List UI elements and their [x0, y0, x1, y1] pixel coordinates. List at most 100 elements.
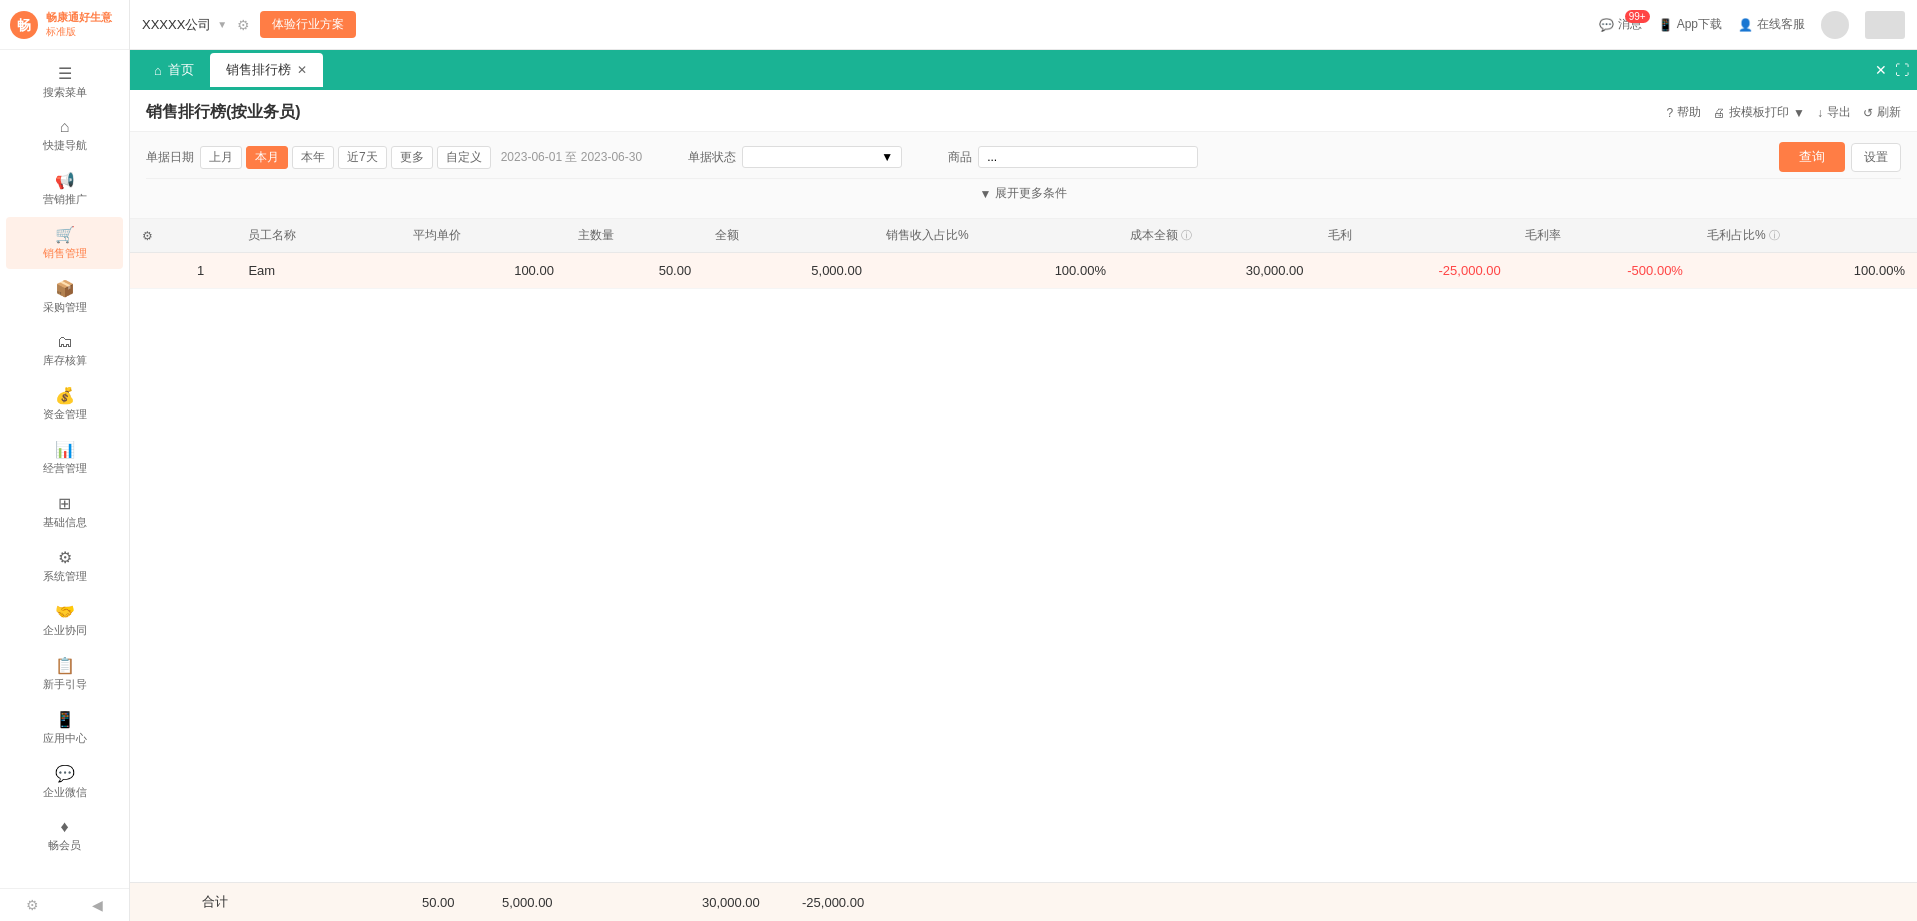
tab-bar: ⌂ 首页 销售排行榜 ✕ ✕ ⛶	[130, 50, 1917, 90]
template-print-button[interactable]: 🖨 按模板打印 ▼	[1713, 104, 1805, 121]
row-name: Eam	[236, 253, 401, 289]
row-profit-pct: 100.00%	[1695, 253, 1917, 289]
expand-chevron-icon: ▼	[980, 187, 992, 201]
col-cost: 成本全额 ⓘ	[1118, 219, 1316, 253]
expand-filters-label: 展开更多条件	[995, 185, 1067, 202]
top-header: XXXXX公司 ▼ ⚙ 体验行业方案 💬 消息 99+ 📱 App下载 👤 在线…	[130, 0, 1917, 50]
sidebar-item-quick-nav[interactable]: ⌂ 快捷导航	[6, 110, 123, 161]
sidebar-item-basics[interactable]: ⊞ 基础信息	[6, 486, 123, 538]
app-download-label: App下载	[1677, 16, 1722, 33]
query-button[interactable]: 查询	[1779, 142, 1845, 172]
sidebar-item-operations[interactable]: 📊 经营管理	[6, 432, 123, 484]
col-gear: ⚙	[130, 219, 165, 253]
filter-bar: 单据日期 上月 本月 本年 近7天 更多 自定义 2023-06-01 至 20…	[130, 132, 1917, 219]
service-icon: 👤	[1738, 18, 1753, 32]
marketing-label: 营销推广	[43, 192, 87, 207]
avatar[interactable]	[1821, 11, 1849, 39]
table-body: 1 Eam 100.00 50.00 5,000.00 100.00% 30,0…	[130, 253, 1917, 289]
refresh-label: 刷新	[1877, 104, 1901, 121]
col-amount: 全额	[703, 219, 874, 253]
sidebar-item-new-guide[interactable]: 📋 新手引导	[6, 648, 123, 700]
col-main-qty: 主数量	[566, 219, 703, 253]
app-center-icon: 📱	[55, 710, 75, 729]
col-name: 员工名称	[236, 219, 401, 253]
logo-subtitle: 标准版	[46, 25, 112, 39]
sidebar-item-finance[interactable]: 💰 资金管理	[6, 378, 123, 430]
sidebar-item-marketing[interactable]: 📢 营销推广	[6, 163, 123, 215]
new-guide-label: 新手引导	[43, 677, 87, 692]
header-right: 💬 消息 99+ 📱 App下载 👤 在线客服	[1599, 11, 1905, 39]
more-btn[interactable]: 更多	[391, 146, 433, 169]
help-button[interactable]: ? 帮助	[1666, 104, 1701, 121]
sales-label: 销售管理	[43, 246, 87, 261]
goods-ellipsis: ...	[987, 150, 997, 164]
sidebar-item-members[interactable]: ♦ 畅会员	[6, 810, 123, 861]
expand-filters-button[interactable]: ▼ 展开更多条件	[980, 185, 1068, 202]
footer-profit: -25,000.00	[802, 895, 902, 910]
messages-button[interactable]: 💬 消息 99+	[1599, 16, 1642, 33]
cur-year-btn[interactable]: 本年	[292, 146, 334, 169]
export-button[interactable]: ↓ 导出	[1817, 104, 1851, 121]
sidebar-item-app-center[interactable]: 📱 应用中心	[6, 702, 123, 754]
row-cost: 30,000.00	[1118, 253, 1316, 289]
trial-button[interactable]: 体验行业方案	[260, 11, 356, 38]
tab-close-icon[interactable]: ✕	[297, 63, 307, 77]
sidebar-item-enterprise-wechat[interactable]: 💬 企业微信	[6, 756, 123, 808]
last7-btn[interactable]: 近7天	[338, 146, 387, 169]
logo: 畅 畅康通好生意 标准版	[0, 0, 129, 50]
quick-nav-icon: ⌂	[60, 118, 70, 136]
cost-info-icon[interactable]: ⓘ	[1181, 229, 1192, 241]
sidebar-item-system[interactable]: ⚙ 系统管理	[6, 540, 123, 592]
enterprise-collab-icon: 🤝	[55, 602, 75, 621]
col-profit: 毛利	[1316, 219, 1513, 253]
prev-month-btn[interactable]: 上月	[200, 146, 242, 169]
refresh-button[interactable]: ↺ 刷新	[1863, 104, 1901, 121]
status-filter-label: 单据状态	[688, 149, 736, 166]
settings-icon[interactable]: ⚙	[237, 17, 250, 33]
filter-settings-button[interactable]: 设置	[1851, 143, 1901, 172]
goods-input[interactable]: ...	[978, 146, 1198, 168]
col-avg-price: 平均单价	[401, 219, 566, 253]
collapse-icon[interactable]: ◀	[92, 897, 103, 913]
system-icon: ⚙	[58, 548, 72, 567]
row-profit: -25,000.00	[1316, 253, 1513, 289]
status-filter-group: 单据状态 ▼	[688, 146, 902, 168]
message-icon: 💬	[1599, 18, 1614, 32]
members-icon: ♦	[60, 818, 68, 836]
tab-close-all-icon[interactable]: ✕	[1875, 62, 1887, 78]
online-service-button[interactable]: 👤 在线客服	[1738, 16, 1805, 33]
finance-icon: 💰	[55, 386, 75, 405]
sidebar-item-search-order[interactable]: ☰ 搜索菜单	[6, 56, 123, 108]
main-area: XXXXX公司 ▼ ⚙ 体验行业方案 💬 消息 99+ 📱 App下载 👤 在线…	[130, 0, 1917, 921]
chevron-down-icon: ▼	[217, 19, 227, 30]
app-download-button[interactable]: 📱 App下载	[1658, 16, 1722, 33]
online-service-label: 在线客服	[1757, 16, 1805, 33]
sidebar-item-inventory[interactable]: 🗂 库存核算	[6, 325, 123, 376]
enterprise-collab-label: 企业协同	[43, 623, 87, 638]
sidebar-item-enterprise-collab[interactable]: 🤝 企业协同	[6, 594, 123, 646]
purchase-label: 采购管理	[43, 300, 87, 315]
enterprise-wechat-label: 企业微信	[43, 785, 87, 800]
table-footer: 合计 50.00 5,000.00 30,000.00 -25,000.00	[130, 882, 1917, 921]
status-select[interactable]: ▼	[742, 146, 902, 168]
logo-title: 畅康通好生意	[46, 10, 112, 24]
company-selector[interactable]: XXXXX公司 ▼	[142, 16, 227, 34]
custom-btn[interactable]: 自定义	[437, 146, 491, 169]
profit-pct-info-icon[interactable]: ⓘ	[1769, 229, 1780, 241]
page-header: 销售排行榜(按业务员) ? 帮助 🖨 按模板打印 ▼ ↓ 导出 ↺ 刷新	[130, 90, 1917, 132]
quick-nav-label: 快捷导航	[43, 138, 87, 153]
sidebar-item-purchase[interactable]: 📦 采购管理	[6, 271, 123, 323]
refresh-icon: ↺	[1863, 106, 1873, 120]
footer-label: 合计	[202, 893, 322, 911]
row-sales-pct: 100.00%	[874, 253, 1118, 289]
settings-bottom-icon[interactable]: ⚙	[26, 897, 39, 913]
tab-sales-rank[interactable]: 销售排行榜 ✕	[210, 53, 323, 87]
tab-home[interactable]: ⌂ 首页	[138, 53, 210, 87]
print-chevron-icon: ▼	[1793, 106, 1805, 120]
inventory-icon: 🗂	[57, 333, 73, 351]
cur-month-btn[interactable]: 本月	[246, 146, 288, 169]
tab-expand-icon[interactable]: ⛶	[1895, 62, 1909, 78]
user-name[interactable]	[1865, 11, 1905, 39]
tab-bar-right: ✕ ⛶	[1875, 62, 1909, 78]
sidebar-item-sales[interactable]: 🛒 销售管理	[6, 217, 123, 269]
